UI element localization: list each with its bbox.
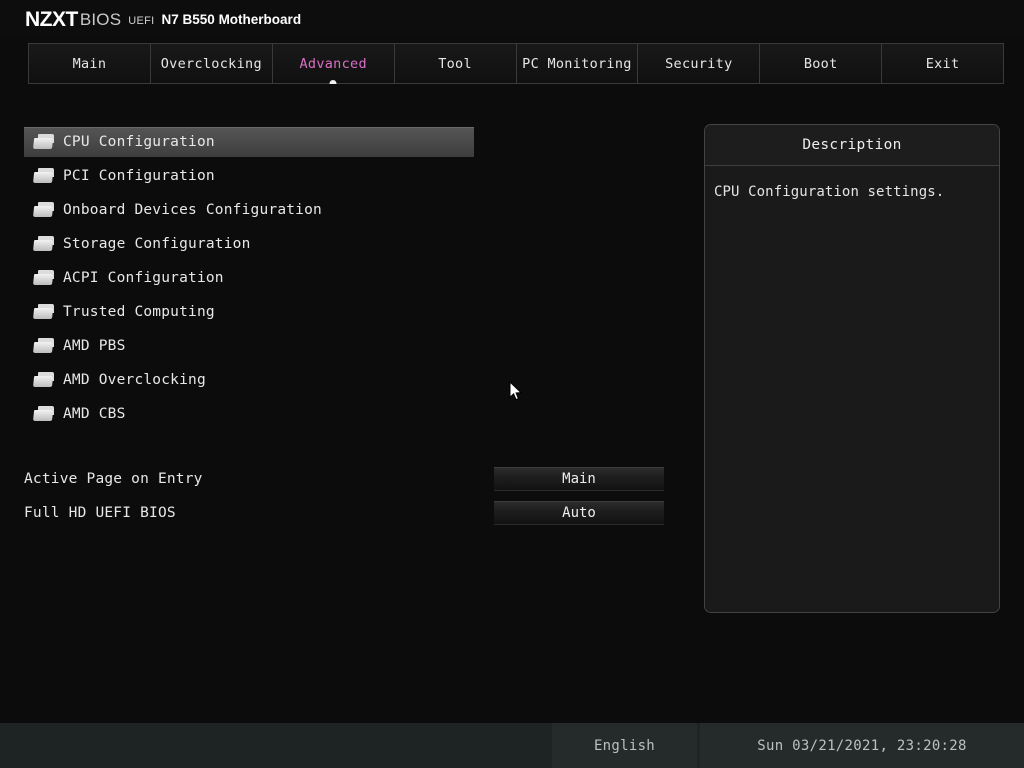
menu-item-label: PCI Configuration <box>63 168 215 184</box>
brand-label-bios: BIOS <box>80 11 121 28</box>
settings-list: Active Page on Entry Main Full HD UEFI BIO… <box>24 462 674 530</box>
setting-row: Full HD UEFI BIOS Auto <box>24 496 674 530</box>
tab-label: Security <box>665 56 732 72</box>
setting-dropdown-active-page-on-entry[interactable]: Main <box>494 467 664 491</box>
brand-label-uefi: UEFI <box>128 16 154 27</box>
tab-pc-monitoring[interactable]: PC Monitoring <box>517 44 639 83</box>
tab-overclocking[interactable]: Overclocking <box>151 44 273 83</box>
menu-item-label: ACPI Configuration <box>63 270 224 286</box>
folder-icon <box>33 202 54 218</box>
menu-item-amd-overclocking[interactable]: AMD Overclocking <box>24 365 474 395</box>
tab-label: Overclocking <box>161 56 262 72</box>
description-panel-text: CPU Configuration settings. <box>705 166 999 613</box>
bios-screen: NZXT BIOS UEFI N7 B550 Motherboard Main O… <box>0 0 1024 768</box>
menu-item-label: AMD Overclocking <box>63 372 206 388</box>
tab-exit[interactable]: Exit <box>882 44 1003 83</box>
setting-row: Active Page on Entry Main <box>24 462 674 496</box>
description-panel: Description CPU Configuration settings. <box>704 124 1000 613</box>
description-panel-title: Description <box>705 125 999 166</box>
page-content: CPU Configuration PCI Configuration Onboar… <box>0 84 1024 723</box>
tab-boot[interactable]: Boot <box>760 44 882 83</box>
menu-item-pci-configuration[interactable]: PCI Configuration <box>24 161 474 191</box>
tab-advanced[interactable]: Advanced <box>273 44 395 83</box>
brand-logo-nzxt: NZXT <box>25 9 78 30</box>
folder-icon <box>33 406 54 422</box>
tab-security[interactable]: Security <box>638 44 760 83</box>
language-selector[interactable]: English <box>552 723 697 768</box>
menu-item-label: AMD PBS <box>63 338 126 354</box>
tab-label: Exit <box>926 56 960 72</box>
tab-label: Tool <box>438 56 472 72</box>
folder-icon <box>33 270 54 286</box>
folder-icon <box>33 236 54 252</box>
menu-item-storage-configuration[interactable]: Storage Configuration <box>24 229 474 259</box>
motherboard-model-label: N7 B550 Motherboard <box>162 13 302 27</box>
folder-icon <box>33 372 54 388</box>
tab-label: PC Monitoring <box>522 56 632 72</box>
setting-dropdown-full-hd-uefi-bios[interactable]: Auto <box>494 501 664 525</box>
folder-icon <box>33 168 54 184</box>
setting-label-active-page-on-entry: Active Page on Entry <box>24 471 203 487</box>
menu-item-label: CPU Configuration <box>63 134 215 150</box>
tab-label: Boot <box>804 56 838 72</box>
menu-item-cpu-configuration[interactable]: CPU Configuration <box>24 127 474 157</box>
folder-icon <box>33 134 54 150</box>
app-header: NZXT BIOS UEFI N7 B550 Motherboard <box>0 0 1024 38</box>
tab-label: Main <box>73 56 107 72</box>
tab-tool[interactable]: Tool <box>395 44 517 83</box>
system-datetime[interactable]: Sun 03/21/2021, 23:20:28 <box>700 723 1024 768</box>
menu-item-amd-pbs[interactable]: AMD PBS <box>24 331 474 361</box>
menu-item-label: Onboard Devices Configuration <box>63 202 322 218</box>
menu-item-trusted-computing[interactable]: Trusted Computing <box>24 297 474 327</box>
status-footer: English Sun 03/21/2021, 23:20:28 <box>0 723 1024 768</box>
tab-label: Advanced <box>299 56 366 72</box>
folder-icon <box>33 338 54 354</box>
menu-item-onboard-devices-configuration[interactable]: Onboard Devices Configuration <box>24 195 474 225</box>
menu-item-acpi-configuration[interactable]: ACPI Configuration <box>24 263 474 293</box>
folder-icon <box>33 304 54 320</box>
menu-item-amd-cbs[interactable]: AMD CBS <box>24 399 474 429</box>
menu-item-label: AMD CBS <box>63 406 126 422</box>
main-nav-tabs: Main Overclocking Advanced Tool PC Monitorin… <box>28 43 1004 84</box>
tab-main[interactable]: Main <box>29 44 151 83</box>
menu-item-label: Trusted Computing <box>63 304 215 320</box>
setting-label-full-hd-uefi-bios: Full HD UEFI BIOS <box>24 505 176 521</box>
menu-item-label: Storage Configuration <box>63 236 251 252</box>
advanced-menu-list: CPU Configuration PCI Configuration Onboar… <box>24 127 474 433</box>
